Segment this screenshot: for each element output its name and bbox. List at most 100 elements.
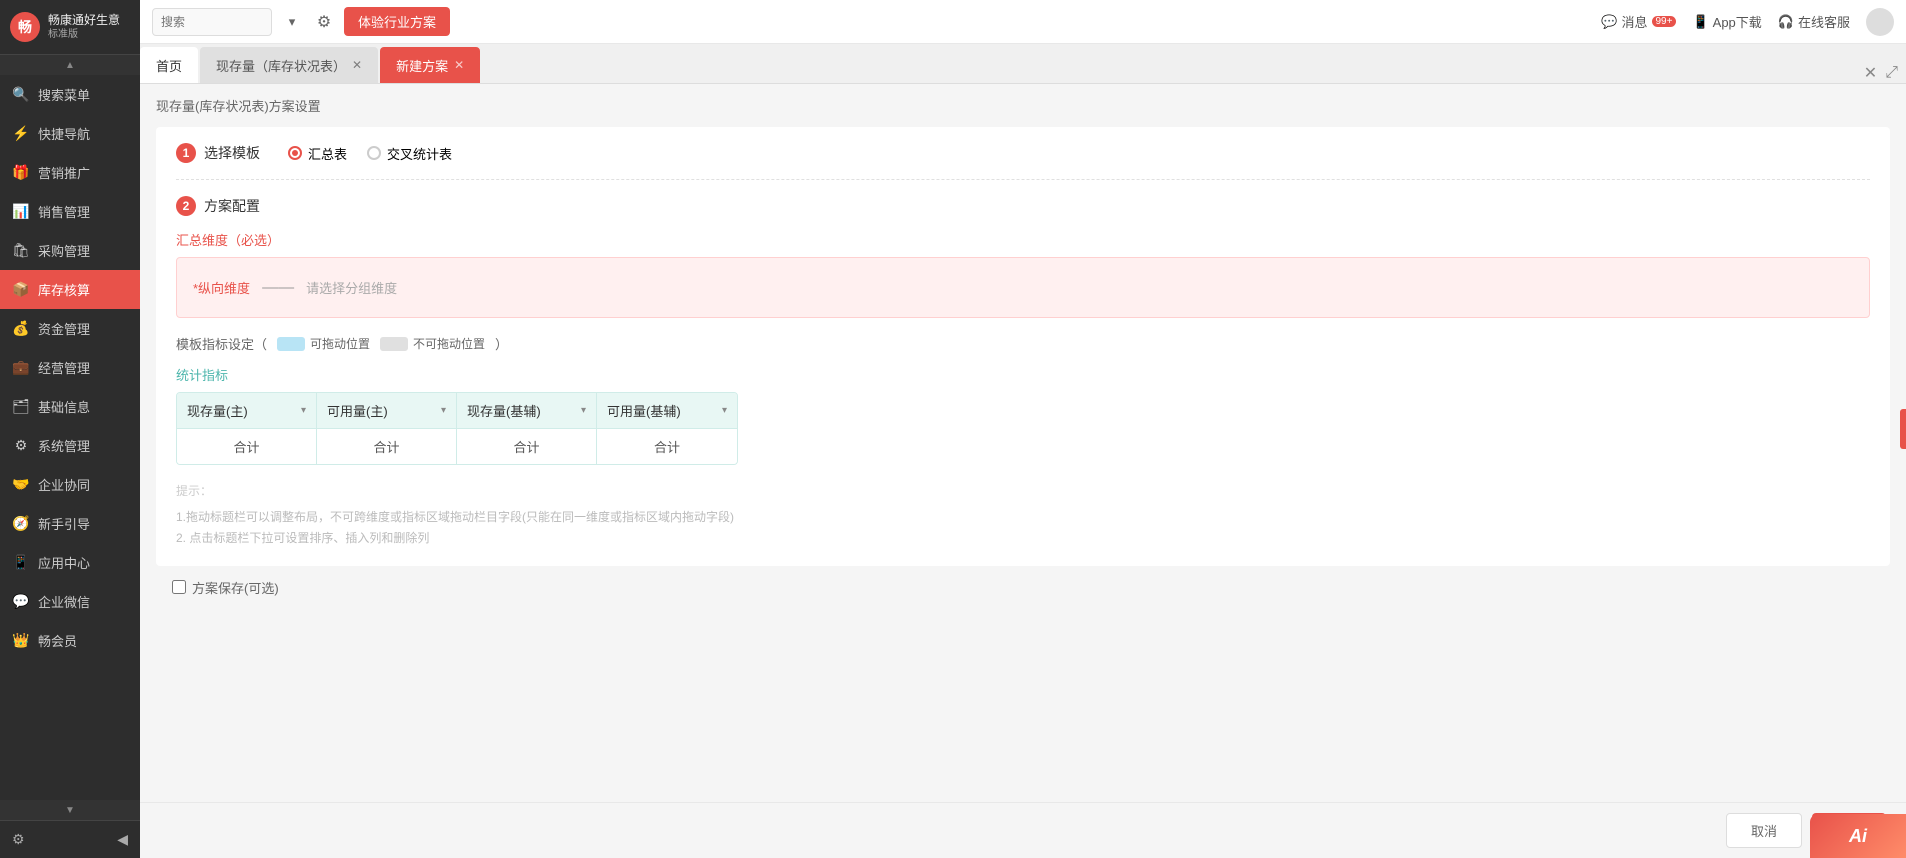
stat-col-4-header[interactable]: 可用量(基辅) ▾ [597,393,737,428]
sidebar-item-member[interactable]: 👑 畅会员 [0,621,140,660]
tab-inventory-close[interactable]: ✕ [352,58,362,72]
tips-section: 提示： 1.拖动标题栏可以调整布局，不可跨维度或指标区域拖动栏目字段(只能在同一… [176,481,1870,550]
gift-icon: 🎁 [12,164,30,182]
stat-col-1-header[interactable]: 现存量(主) ▾ [177,393,317,428]
money-icon: 💰 [12,320,30,338]
settings-card: 1 选择模板 汇总表 交叉统计表 2 方案配置 [156,127,1890,566]
dimension-separator: —— [262,279,294,297]
draggable-toggle-box [277,337,305,351]
sidebar-item-search[interactable]: 🔍 搜索菜单 [0,75,140,114]
topbar-right: 💬 消息 99+ 📱 App下载 🎧 在线客服 [1601,8,1894,36]
stat-cell-4: 合计 [597,429,737,464]
radio-summary[interactable]: 汇总表 [288,144,347,163]
col3-chevron-icon: ▾ [581,405,586,416]
stat-section-title: 统计指标 [176,365,1870,384]
online-service-btn[interactable]: 🎧 在线客服 [1778,12,1850,31]
tab-inventory[interactable]: 现存量（库存状况表） ✕ [200,47,378,83]
handshake-icon: 🤝 [12,476,30,494]
sidebar-item-operation[interactable]: 💼 经营管理 [0,348,140,387]
search-dropdown-icon[interactable]: ▾ [280,10,304,34]
wechat-icon: 💬 [12,593,30,611]
topbar-gear-icon[interactable]: ⚙ [312,10,336,34]
tips-item-2: 2. 点击标题栏下拉可设置排序、插入列和删除列 [176,528,1870,550]
indicator-settings: 模板指标设定（ 可拖动位置 不可拖动位置 ） [176,334,1870,353]
member-icon: 👑 [12,632,30,650]
cancel-button[interactable]: 取消 [1726,813,1802,848]
step1-title: 选择模板 [204,143,260,163]
box-icon: 📦 [12,281,30,299]
search-input[interactable] [152,8,272,36]
tab-new-plan[interactable]: 新建方案 ✕ [380,47,480,83]
experience-btn[interactable]: 体验行业方案 [344,7,450,36]
draggable-label: 可拖动位置 [310,335,370,352]
save-checkbox[interactable] [172,580,186,594]
template-radio-group: 汇总表 交叉统计表 [288,144,452,163]
required-dimension-area: *纵向维度 —— 请选择分组维度 [176,257,1870,318]
tab-home[interactable]: 首页 [140,47,198,83]
lightning-icon: ⚡ [12,125,30,143]
page-title: 现存量(库存状况表)方案设置 [156,96,1890,115]
sidebar-item-purchase[interactable]: 🛍 采购管理 [0,231,140,270]
stat-table-row-1: 合计 合计 合计 合计 [177,428,737,464]
stat-col-3-header[interactable]: 现存量(基辅) ▾ [457,393,597,428]
non-draggable-toggle[interactable]: 不可拖动位置 [380,335,485,352]
app-download-btn[interactable]: 📱 App下载 [1692,12,1761,31]
search-icon: 🔍 [12,86,30,104]
sidebar-item-basicinfo[interactable]: 🗂 基础信息 [0,387,140,426]
draggable-toggle[interactable]: 可拖动位置 [277,335,370,352]
stat-col-2-header[interactable]: 可用量(主) ▾ [317,393,457,428]
close-window-icon[interactable]: ✕ [1864,63,1877,83]
sidebar-item-quicknav[interactable]: ⚡ 快捷导航 [0,114,140,153]
sidebar-bottom: ⚙ ◀ [0,820,140,858]
sidebar-item-sales[interactable]: 📊 销售管理 [0,192,140,231]
info-icon: 🗂 [12,398,30,416]
col1-chevron-icon: ▾ [301,405,306,416]
dimension-placeholder[interactable]: 请选择分组维度 [306,278,397,297]
col2-chevron-icon: ▾ [441,405,446,416]
sidebar-item-wechat[interactable]: 💬 企业微信 [0,582,140,621]
sidebar-item-marketing[interactable]: 🎁 营销推广 [0,153,140,192]
sidebar-item-inventory[interactable]: 📦 库存核算 [0,270,140,309]
stat-table-header: 现存量(主) ▾ 可用量(主) ▾ 现存量(基辅) ▾ 可用量(基辅) [177,393,737,428]
sidebar-item-guide[interactable]: 🧭 新手引导 [0,504,140,543]
user-avatar[interactable] [1866,8,1894,36]
message-btn[interactable]: 💬 消息 99+ [1601,12,1676,31]
content-area: 现存量(库存状况表)方案设置 1 选择模板 汇总表 交叉统计表 [140,84,1906,802]
non-draggable-label: 不可拖动位置 [413,335,485,352]
radio-summary-label: 汇总表 [308,144,347,163]
stat-cell-1: 合计 [177,429,317,464]
statistics-section: 统计指标 现存量(主) ▾ 可用量(主) ▾ 现存量(基辅) [176,365,1870,465]
chart-icon: 📊 [12,203,30,221]
save-label: 方案保存(可选) [192,578,279,597]
summary-dimension-label: 汇总维度（必选） [176,230,1870,249]
radio-crosstab-circle [367,146,381,160]
sidebar-item-finance[interactable]: 💰 资金管理 [0,309,140,348]
expand-icon[interactable]: ⤢ [1885,64,1898,82]
step1-header: 1 选择模板 汇总表 交叉统计表 [176,143,1870,163]
sidebar-nav: 🔍 搜索菜单 ⚡ 快捷导航 🎁 营销推广 📊 销售管理 🛍 采购管理 📦 库存核… [0,75,140,800]
app-logo: 畅 畅康通好生意 标准版 [0,0,140,55]
ai-button[interactable]: Ai [1810,814,1906,858]
col4-chevron-icon: ▾ [722,405,727,416]
logo-icon: 畅 [10,12,40,42]
collapse-icon[interactable]: ◀ [117,831,128,848]
sidebar: 畅 畅康通好生意 标准版 ▲ 🔍 搜索菜单 ⚡ 快捷导航 🎁 营销推广 📊 销售… [0,0,140,858]
download-icon: 📱 [1692,14,1708,30]
dimension-row: *纵向维度 —— 请选择分组维度 [193,278,1853,297]
save-row: 方案保存(可选) [156,566,1890,609]
step1-badge: 1 [176,143,196,163]
guide-icon: 🧭 [12,515,30,533]
tips-item-1: 1.拖动标题栏可以调整布局，不可跨维度或指标区域拖动栏目字段(只能在同一维度或指… [176,507,1870,529]
gear-icon[interactable]: ⚙ [12,831,25,848]
sidebar-item-collab[interactable]: 🤝 企业协同 [0,465,140,504]
sidebar-scroll-down[interactable]: ▼ [0,800,140,820]
right-drag-handle[interactable] [1900,409,1906,449]
sidebar-scroll-up[interactable]: ▲ [0,55,140,75]
non-draggable-toggle-box [380,337,408,351]
radio-crosstab[interactable]: 交叉统计表 [367,144,452,163]
bag-icon: 🛍 [12,242,30,260]
tab-new-plan-close[interactable]: ✕ [454,58,464,72]
sidebar-item-apps[interactable]: 📱 应用中心 [0,543,140,582]
sidebar-item-system[interactable]: ⚙ 系统管理 [0,426,140,465]
main-area: ▾ ⚙ 体验行业方案 💬 消息 99+ 📱 App下载 🎧 在线客服 首页 [140,0,1906,858]
